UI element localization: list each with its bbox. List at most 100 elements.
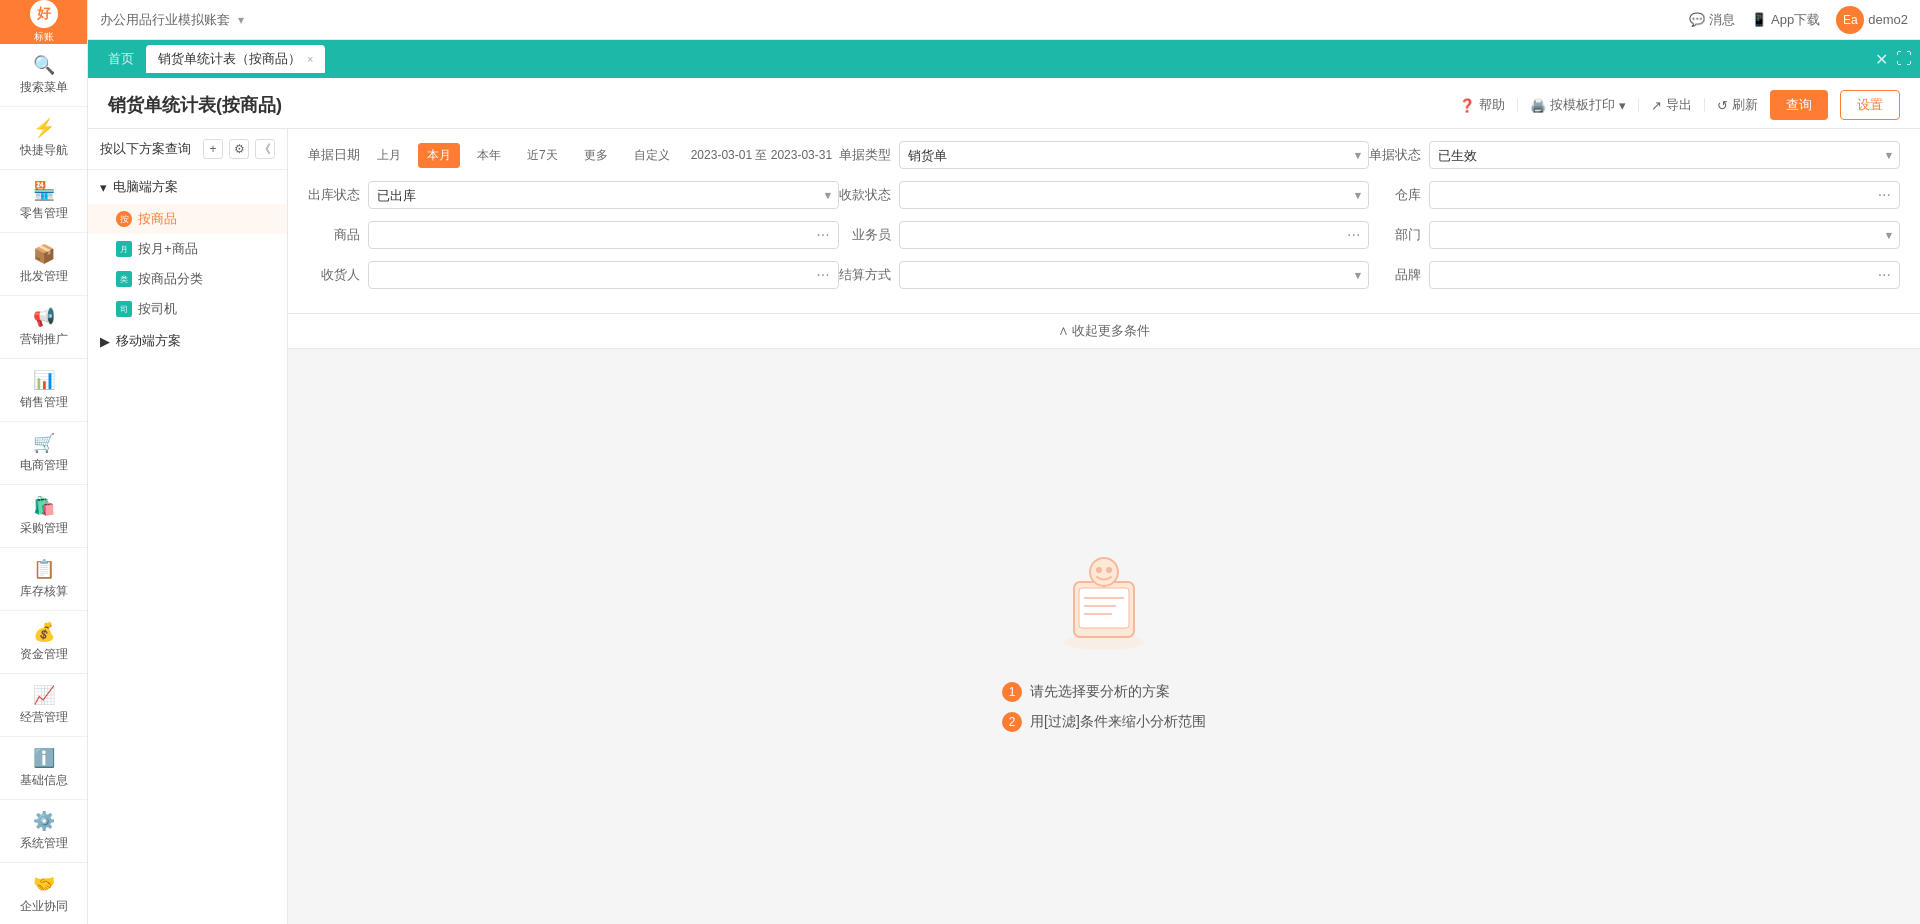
settings-btn[interactable]: 设置 <box>1840 90 1900 120</box>
filter-cell-salesperson: 业务员 ··· <box>839 221 1370 249</box>
page-content: 销货单统计表(按商品) ❓ 帮助 🖨️ 按模板打印 ▾ ↗ 导出 <box>88 78 1920 924</box>
tab-sales-stat[interactable]: 销货单统计表（按商品） × <box>146 45 325 73</box>
sidebar-item-sales[interactable]: 📊 销售管理 <box>0 359 87 422</box>
sidebar-item-quick-nav[interactable]: ⚡ 快捷导航 <box>0 107 87 170</box>
page-title: 销货单统计表(按商品) <box>108 93 282 117</box>
date-btn-last-month[interactable]: 上月 <box>368 143 410 168</box>
sidebar-item-ecommerce[interactable]: 🛒 电商管理 <box>0 422 87 485</box>
tab-close-icon[interactable]: × <box>307 53 313 65</box>
panel-item-by-product[interactable]: 按 按商品 <box>88 204 287 234</box>
warehouse-filter-inner: ··· <box>1429 181 1900 209</box>
date-btn-this-month[interactable]: 本月 <box>418 143 460 168</box>
tab-maximize-icon[interactable]: ⛶ <box>1896 50 1912 69</box>
salesperson-dots[interactable]: ··· <box>1347 227 1360 243</box>
date-range-text: 2023-03-01 至 2023-03-31 <box>691 147 832 164</box>
warehouse-label: 仓库 <box>1369 186 1429 204</box>
product-dots[interactable]: ··· <box>816 227 829 243</box>
tab-sales-stat-label: 销货单统计表（按商品） <box>158 50 301 68</box>
sidebar-item-cooperation[interactable]: 🤝 企业协同 <box>0 863 87 924</box>
dept-select[interactable] <box>1429 221 1900 249</box>
brand-dots[interactable]: ··· <box>1878 267 1891 283</box>
tab-home[interactable]: 首页 <box>96 45 146 73</box>
help-icon: ❓ <box>1459 98 1475 113</box>
date-filter-inner: 上月 本月 本年 近7天 更多 自定义 2023-03-01 至 2023-03… <box>368 143 839 168</box>
tab-close-all-icon[interactable]: ✕ <box>1875 50 1888 69</box>
sidebar-item-finance[interactable]: 💰 资金管理 <box>0 611 87 674</box>
dept-filter-inner: ▾ <box>1429 221 1900 249</box>
app-download-btn[interactable]: 📱 App下载 <box>1751 11 1820 29</box>
mobile-section-label: 移动端方案 <box>116 332 181 350</box>
type-select[interactable]: 销货单 <box>899 141 1370 169</box>
consignee-dots[interactable]: ··· <box>816 267 829 283</box>
help-btn[interactable]: ❓ 帮助 <box>1459 96 1505 114</box>
payment-select[interactable] <box>899 181 1370 209</box>
filter-cell-status: 单据状态 已生效 ▾ <box>1369 141 1900 169</box>
panel-section-desktop[interactable]: ▾ 电脑端方案 <box>88 170 287 204</box>
payment-method-select[interactable] <box>899 261 1370 289</box>
sidebar-item-marketing[interactable]: 📢 营销推广 <box>0 296 87 359</box>
sidebar-item-basic-info[interactable]: ℹ️ 基础信息 <box>0 737 87 800</box>
filter-row-2: 出库状态 已出库 ▾ 收款状态 <box>308 181 1900 209</box>
divider2 <box>1638 98 1639 112</box>
sidebar-label-purchase: 采购管理 <box>20 520 68 537</box>
app-download-icon: 📱 <box>1751 12 1767 27</box>
consignee-input[interactable]: ··· <box>368 261 839 289</box>
filter-cell-brand: 品牌 ··· <box>1369 261 1900 289</box>
brand-label: 品牌 <box>1369 266 1429 284</box>
panel-settings-icon[interactable]: ⚙ <box>229 139 249 159</box>
query-btn[interactable]: 查询 <box>1770 90 1828 120</box>
empty-illustration <box>1044 542 1164 662</box>
sidebar-label-system: 系统管理 <box>20 835 68 852</box>
date-btn-custom[interactable]: 自定义 <box>625 143 679 168</box>
export-btn[interactable]: ↗ 导出 <box>1651 96 1692 114</box>
sidebar-icon-system: ⚙️ <box>33 810 55 832</box>
brand-input[interactable]: ··· <box>1429 261 1900 289</box>
step-1-text: 请先选择要分析的方案 <box>1030 683 1170 701</box>
message-btn[interactable]: 💬 消息 <box>1689 11 1735 29</box>
panel-add-icon[interactable]: + <box>203 139 223 159</box>
sidebar-item-inventory[interactable]: 📋 库存核算 <box>0 548 87 611</box>
warehouse-dots[interactable]: ··· <box>1878 187 1891 203</box>
panel-item-by-category[interactable]: 类 按商品分类 <box>88 264 287 294</box>
section-desktop-label: 电脑端方案 <box>113 178 178 196</box>
collapse-btn[interactable]: ∧ 收起更多条件 <box>288 314 1920 349</box>
print-btn[interactable]: 🖨️ 按模板打印 ▾ <box>1530 96 1626 114</box>
product-input[interactable]: ··· <box>368 221 839 249</box>
account-dropdown-icon[interactable]: ▾ <box>238 13 244 27</box>
salesperson-input[interactable]: ··· <box>899 221 1370 249</box>
sidebar-item-wholesale[interactable]: 📦 批发管理 <box>0 233 87 296</box>
panel-section-mobile[interactable]: ▶ 移动端方案 <box>88 324 287 358</box>
sidebar-label-operations: 经营管理 <box>20 709 68 726</box>
step-2-text: 用[过滤]条件来缩小分析范围 <box>1030 713 1206 731</box>
by-category-icon: 类 <box>116 271 132 287</box>
warehouse-input[interactable]: ··· <box>1429 181 1900 209</box>
panel-collapse-icon[interactable]: 《 <box>255 139 275 159</box>
status-select[interactable]: 已生效 <box>1429 141 1900 169</box>
sidebar-logo[interactable]: 好 标账 <box>0 0 88 44</box>
panel-item-by-driver[interactable]: 司 按司机 <box>88 294 287 324</box>
date-btn-this-year[interactable]: 本年 <box>468 143 510 168</box>
svg-point-3 <box>1090 558 1118 586</box>
date-btn-7days[interactable]: 近7天 <box>518 143 567 168</box>
sidebar-item-operations[interactable]: 📈 经营管理 <box>0 674 87 737</box>
date-btn-more[interactable]: 更多 <box>575 143 617 168</box>
brand-filter-inner: ··· <box>1429 261 1900 289</box>
filter-cell-warehouse: 仓库 ··· <box>1369 181 1900 209</box>
sidebar-icon-marketing: 📢 <box>33 306 55 328</box>
step-num-1: 1 <box>1002 682 1022 702</box>
sidebar-item-search[interactable]: 🔍 搜索菜单 <box>0 44 87 107</box>
collapse-label: ∧ 收起更多条件 <box>1058 322 1151 340</box>
panel-item-by-month-product[interactable]: 月 按月+商品 <box>88 234 287 264</box>
sidebar-item-retail[interactable]: 🏪 零售管理 <box>0 170 87 233</box>
user-profile-btn[interactable]: Ea demo2 <box>1836 6 1908 34</box>
consignee-filter-inner: ··· <box>368 261 839 289</box>
stock-select[interactable]: 已出库 <box>368 181 839 209</box>
refresh-btn[interactable]: ↺ 刷新 <box>1717 96 1758 114</box>
status-filter-inner: 已生效 ▾ <box>1429 141 1900 169</box>
collapse-icon: 《 <box>259 141 271 158</box>
sidebar: 好 标账 🔍 搜索菜单 ⚡ 快捷导航 🏪 零售管理 📦 批发管理 📢 营销推广 … <box>0 0 88 924</box>
sidebar-item-purchase[interactable]: 🛍️ 采购管理 <box>0 485 87 548</box>
sidebar-item-system[interactable]: ⚙️ 系统管理 <box>0 800 87 863</box>
left-panel-header: 按以下方案查询 + ⚙ 《 <box>88 129 287 170</box>
salesperson-label: 业务员 <box>839 226 899 244</box>
